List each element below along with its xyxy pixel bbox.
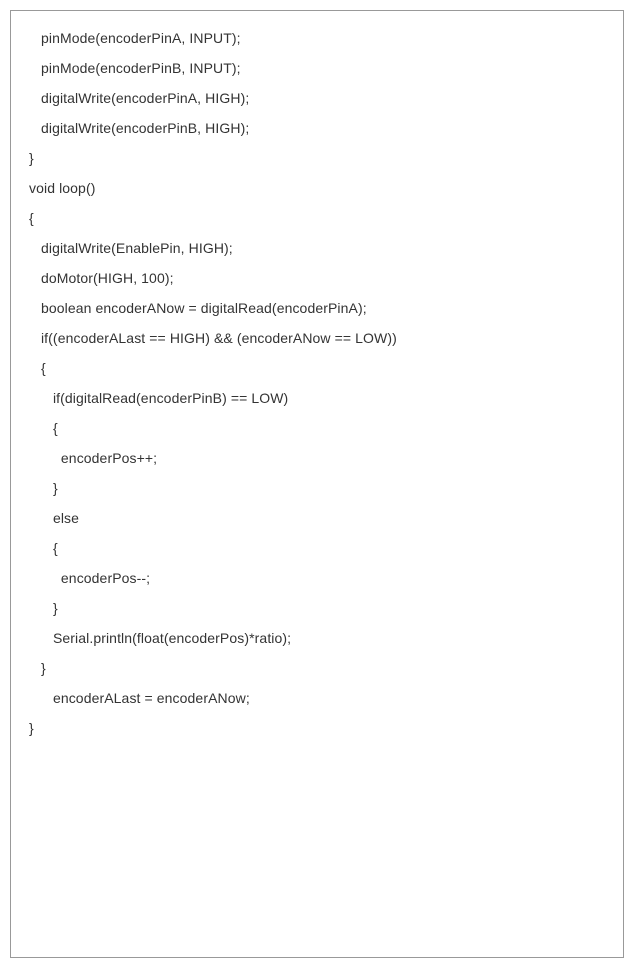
code-line: }	[29, 653, 623, 683]
code-line: }	[29, 473, 623, 503]
code-line: if(digitalRead(encoderPinB) == LOW)	[29, 383, 623, 413]
code-line: }	[29, 143, 623, 173]
code-line: if((encoderALast == HIGH) && (encoderANo…	[29, 323, 623, 353]
code-line: {	[29, 533, 623, 563]
code-line: }	[29, 593, 623, 623]
code-line: boolean encoderANow = digitalRead(encode…	[29, 293, 623, 323]
code-line: encoderALast = encoderANow;	[29, 683, 623, 713]
code-line: digitalWrite(encoderPinB, HIGH);	[29, 113, 623, 143]
code-line: }	[29, 713, 623, 743]
code-line: doMotor(HIGH, 100);	[29, 263, 623, 293]
code-line: encoderPos--;	[29, 563, 623, 593]
code-line: Serial.println(float(encoderPos)*ratio);	[29, 623, 623, 653]
code-line: pinMode(encoderPinB, INPUT);	[29, 53, 623, 83]
code-line: void loop()	[29, 173, 623, 203]
code-line: {	[29, 413, 623, 443]
code-block: pinMode(encoderPinA, INPUT); pinMode(enc…	[10, 10, 624, 958]
code-line: digitalWrite(encoderPinA, HIGH);	[29, 83, 623, 113]
code-line: {	[29, 203, 623, 233]
code-line: {	[29, 353, 623, 383]
code-line: pinMode(encoderPinA, INPUT);	[29, 23, 623, 53]
code-line: encoderPos++;	[29, 443, 623, 473]
code-line: digitalWrite(EnablePin, HIGH);	[29, 233, 623, 263]
code-line: else	[29, 503, 623, 533]
